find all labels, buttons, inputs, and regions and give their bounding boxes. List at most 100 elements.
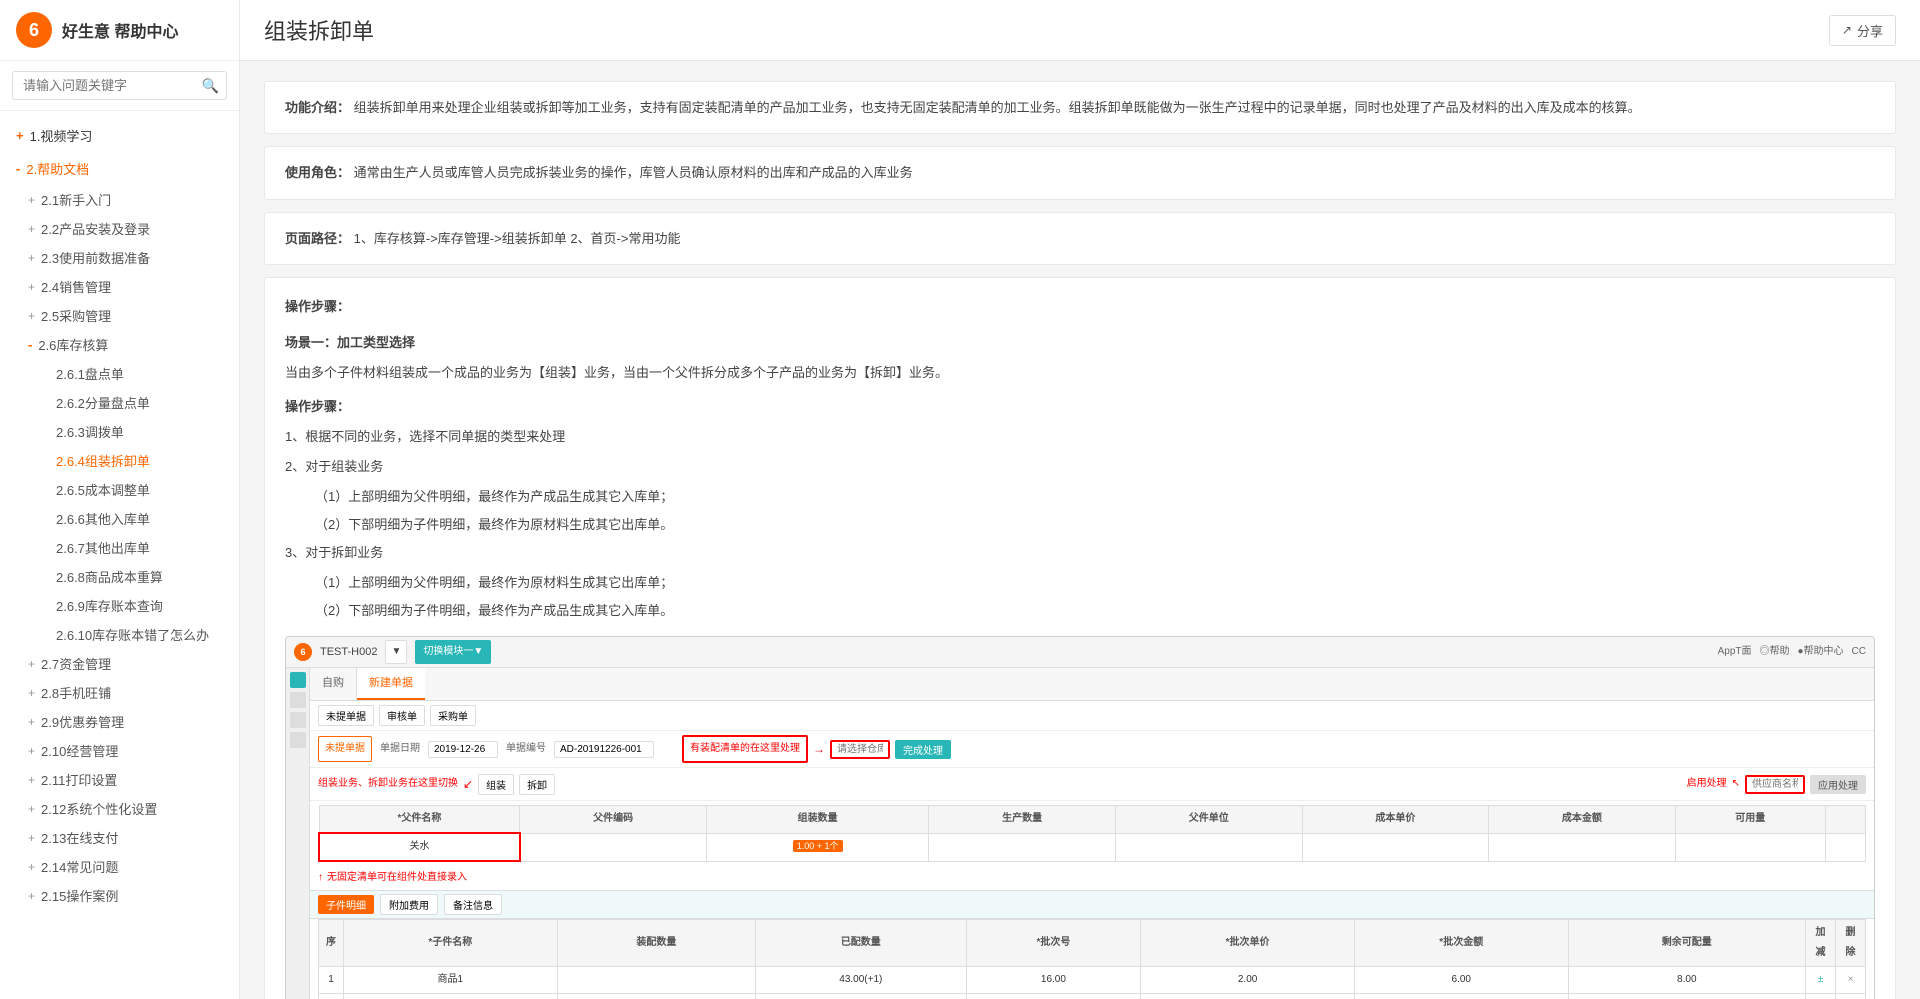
ss-cell-asm-qty: 1.00 + 1个: [706, 833, 928, 861]
sidebar-label-1: 1.视频学习: [30, 126, 93, 145]
ss-col-parent-code: 父件编码: [520, 806, 707, 834]
sidebar-item-2-6-8[interactable]: 2.6.8商品成本重算: [56, 562, 239, 591]
sidebar-label-2: 2.帮助文档: [26, 159, 89, 178]
sidebar: 6 好生意 帮助中心 🔍 + 1.视频学习 - 2.帮助文档 + 2.1新手入门…: [0, 0, 240, 999]
ss-date-input[interactable]: [428, 741, 498, 758]
sidebar-item-2-14[interactable]: + 2.14常见问题: [28, 852, 239, 881]
ss-main-area: 自购 新建单据 未提单据 审核单 采购单 未提单据 单据日期: [286, 668, 1874, 999]
ss-lrow1-batch: 16.00: [966, 967, 1141, 994]
ss-warehouse-input[interactable]: [830, 740, 890, 759]
ss-lower-table-area: 序 *子件名称 装配数量 已配数量 *批次号 *批次单价 *批次金额 剩余可配量: [310, 919, 1874, 999]
sidebar-item-2-6-3[interactable]: 2.6.3调拨单: [56, 417, 239, 446]
sidebar-label-2-5: 2.5采购管理: [41, 306, 111, 325]
ss-annotation-4-row: ↑ 无固定清单可在组件处直接录入: [310, 866, 1874, 890]
ss-assembly-btn[interactable]: 组装: [478, 774, 514, 795]
sidebar-label-2-6-8: 2.6.8商品成本重算: [56, 567, 163, 586]
ss-cell-avail: [1675, 833, 1825, 861]
sidebar-label-2-6-6: 2.6.6其他入库单: [56, 509, 150, 528]
ss-lrow1-del: ×: [1836, 967, 1866, 994]
steps-intro: 操作步骤：: [285, 394, 1875, 420]
logo-area: 6 好生意 帮助中心: [0, 0, 239, 61]
nav-tree: + 1.视频学习 - 2.帮助文档 + 2.1新手入门 + 2.2产品安装及登录…: [0, 111, 239, 999]
ss-nav-icon-2: [290, 692, 306, 708]
ss-lrow2-del: ×: [1836, 994, 1866, 999]
expand-prefix-2-11: +: [28, 773, 35, 787]
sidebar-item-2-12[interactable]: + 2.12系统个性化设置: [28, 794, 239, 823]
ss-lrow1-name: 商品1: [344, 967, 558, 994]
step3-sub1: （1）上部明细为父件明细，最终作为原材料生成其它出库单；: [315, 570, 1875, 596]
share-label: 分享: [1857, 21, 1883, 40]
ss-order-type[interactable]: 未提单据: [318, 736, 372, 762]
sidebar-item-2-6-10[interactable]: 2.6.10库存账本错了怎么办: [56, 620, 239, 649]
ss-cell-ca: [1489, 833, 1676, 861]
sidebar-item-2-15[interactable]: + 2.15操作案例: [28, 881, 239, 910]
sidebar-sub-2: + 2.1新手入门 + 2.2产品安装及登录 + 2.3使用前数据准备 + 2.…: [0, 185, 239, 910]
expand-prefix-2-15: +: [28, 889, 35, 903]
sidebar-item-2-13[interactable]: + 2.13在线支付: [28, 823, 239, 852]
sidebar-item-2-6-2[interactable]: 2.6.2分量盘点单: [56, 388, 239, 417]
ss-lcol-batch: *批次号: [966, 920, 1141, 967]
sidebar-item-2-6-5[interactable]: 2.6.5成本调整单: [56, 475, 239, 504]
sidebar-item-2-2[interactable]: + 2.2产品安装及登录: [28, 214, 239, 243]
ss-lcol-asm-qty: 装配数量: [557, 920, 755, 967]
ss-supplier-input[interactable]: [1745, 775, 1805, 794]
ss-tab-sub-detail[interactable]: 子件明细: [318, 895, 374, 914]
sidebar-label-2-6-2: 2.6.2分量盘点单: [56, 393, 150, 412]
sidebar-item-2-6[interactable]: - 2.6库存核算: [28, 330, 239, 359]
ss-lrow2-rem: 0.00: [1568, 994, 1805, 999]
ss-annotation-1: 有装配清单的在这里处理: [682, 735, 808, 763]
sidebar-label-2-1: 2.1新手入门: [41, 190, 111, 209]
sidebar-item-2-7[interactable]: + 2.7资金管理: [28, 649, 239, 678]
expand-prefix-2-4: +: [28, 280, 35, 294]
ss-tab-new[interactable]: 新建单据: [357, 668, 425, 700]
ss-lcol-done-qty: 已配数量: [756, 920, 966, 967]
sidebar-item-2-6-6[interactable]: 2.6.6其他入库单: [56, 504, 239, 533]
sidebar-item-2[interactable]: - 2.帮助文档: [0, 152, 239, 185]
logo-icon: 6: [16, 12, 52, 48]
sidebar-item-2-8[interactable]: + 2.8手机旺铺: [28, 678, 239, 707]
ss-disassembly-btn[interactable]: 拆卸: [519, 774, 555, 795]
ss-lower-table: 序 *子件名称 装配数量 已配数量 *批次号 *批次单价 *批次金额 剩余可配量: [318, 919, 1866, 999]
ss-btn-audit[interactable]: 审核单: [379, 705, 425, 726]
sidebar-item-2-11[interactable]: + 2.11打印设置: [28, 765, 239, 794]
ss-apply-btn[interactable]: 应用处理: [1810, 775, 1866, 794]
ss-id-input[interactable]: [554, 741, 654, 758]
steps-block: 操作步骤： 场景一：加工类型选择 当由多个子件材料组装成一个成品的业务为【组装】…: [264, 277, 1896, 999]
sidebar-item-1[interactable]: + 1.视频学习: [0, 119, 239, 152]
sidebar-item-2-5[interactable]: + 2.5采购管理: [28, 301, 239, 330]
ss-lcol-name: *子件名称: [344, 920, 558, 967]
ss-lrow2-done: 10.00(+0): [756, 994, 966, 999]
sidebar-item-2-6-7[interactable]: 2.6.7其他出库单: [56, 533, 239, 562]
sidebar-item-2-6-9[interactable]: 2.6.9库存账本查询: [56, 591, 239, 620]
ss-tab-remark[interactable]: 备注信息: [444, 894, 502, 915]
share-button[interactable]: ↗ 分享: [1829, 15, 1896, 46]
expand-prefix-2-9: +: [28, 715, 35, 729]
ss-tab-home[interactable]: 自购: [310, 668, 357, 700]
ss-annotation-3: 启用处理: [1687, 774, 1727, 794]
ss-lcol-remaining: 剩余可配量: [1568, 920, 1805, 967]
ss-confirm-btn[interactable]: 完成处理: [895, 740, 951, 759]
sidebar-item-2-4[interactable]: + 2.4销售管理: [28, 272, 239, 301]
ss-btn-pending[interactable]: 未提单据: [318, 705, 374, 726]
expand-prefix-2-3: +: [28, 251, 35, 265]
feature-intro-block: 功能介绍： 组装拆卸单用来处理企业组装或拆卸等加工业务，支持有固定装配清单的产品…: [264, 81, 1896, 134]
collapse-icon-2-6: -: [28, 337, 32, 352]
ss-lrow1-bp: 2.00: [1141, 967, 1355, 994]
expand-prefix-2-1: +: [28, 193, 35, 207]
search-button[interactable]: 🔍: [202, 77, 219, 94]
sidebar-item-2-9[interactable]: + 2.9优惠券管理: [28, 707, 239, 736]
search-input[interactable]: [12, 71, 227, 100]
user-role-block: 使用角色： 通常由生产人员或库管人员完成拆装业务的操作，库管人员确认原材料的出库…: [264, 146, 1896, 199]
ss-warehouse-group: 有装配清单的在这里处理 → 完成处理: [682, 735, 951, 763]
sidebar-item-2-1[interactable]: + 2.1新手入门: [28, 185, 239, 214]
search-area: 🔍: [0, 61, 239, 111]
sidebar-item-2-6-4[interactable]: 2.6.4组装拆卸单: [56, 446, 239, 475]
sidebar-item-2-6-1[interactable]: 2.6.1盘点单: [56, 359, 239, 388]
ss-module-btn: 切换模块一▼: [415, 640, 491, 664]
page-title: 组装拆卸单: [264, 14, 374, 46]
ss-btn-purchase[interactable]: 采购单: [430, 705, 476, 726]
sidebar-item-2-10[interactable]: + 2.10经营管理: [28, 736, 239, 765]
ss-tab-extra-cost[interactable]: 附加费用: [380, 894, 438, 915]
sidebar-label-2-6-1: 2.6.1盘点单: [56, 364, 124, 383]
sidebar-item-2-3[interactable]: + 2.3使用前数据准备: [28, 243, 239, 272]
